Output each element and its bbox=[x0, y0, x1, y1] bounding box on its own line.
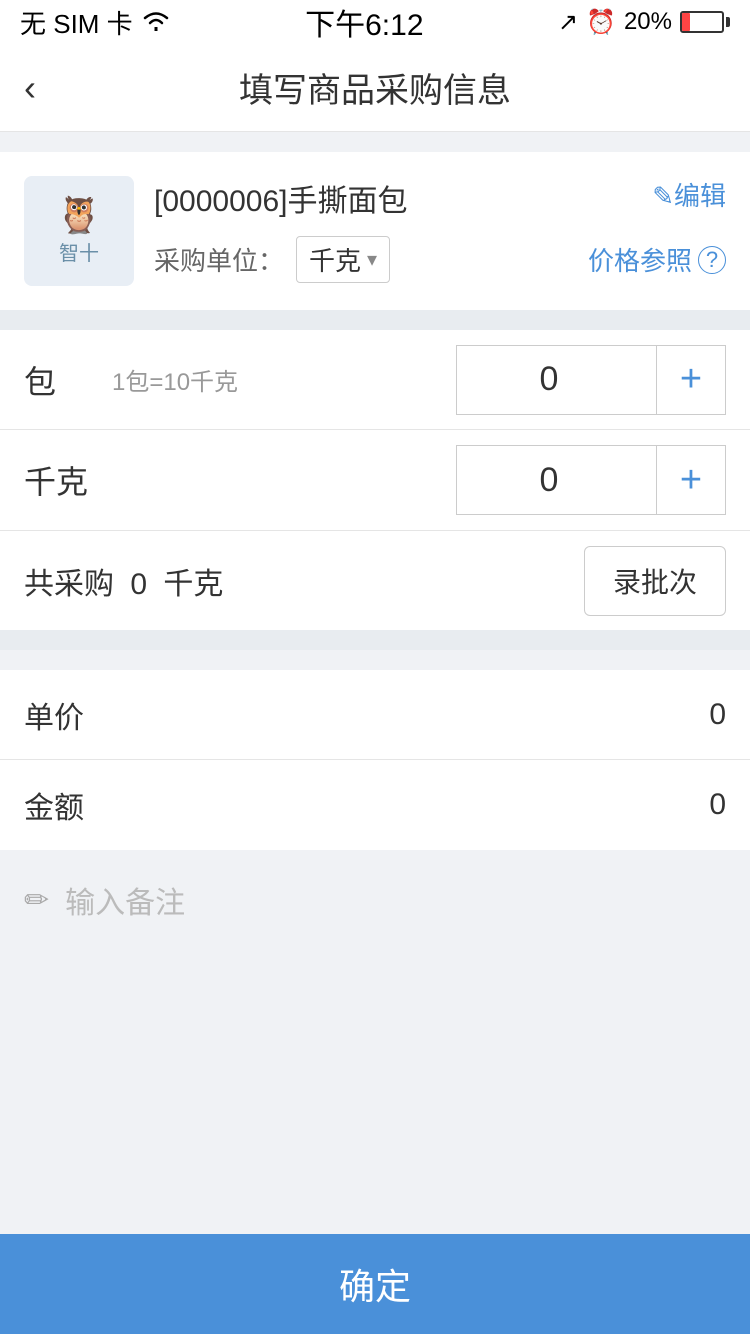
brand-text: 智十 bbox=[59, 237, 99, 266]
product-image: 🦉 智十 bbox=[24, 176, 134, 286]
bag-plus-button[interactable]: + bbox=[656, 345, 726, 415]
remark-placeholder: 输入备注 bbox=[65, 878, 185, 922]
status-left: 无 SIM 卡 bbox=[20, 4, 171, 41]
product-name: [0000006]手撕面包 bbox=[154, 176, 726, 220]
battery-percent: 20% bbox=[624, 8, 672, 36]
wifi-signal-icon bbox=[141, 7, 171, 38]
unit-value: 千克 bbox=[309, 241, 361, 278]
product-logo-icon: 🦉 bbox=[57, 197, 102, 233]
carrier-text: 无 SIM 卡 bbox=[20, 4, 133, 41]
product-card: 🦉 智十 [0000006]手撕面包 采购单位： 千克 ▾ 价格参照 ? ✎编辑 bbox=[0, 152, 750, 310]
unit-dropdown[interactable]: 千克 ▾ bbox=[296, 236, 390, 283]
dropdown-arrow-icon: ▾ bbox=[367, 247, 377, 272]
amount-value: 0 bbox=[709, 788, 726, 822]
product-unit-row: 采购单位： 千克 ▾ 价格参照 ? bbox=[154, 236, 726, 283]
product-info: [0000006]手撕面包 采购单位： 千克 ▾ 价格参照 ? bbox=[154, 176, 726, 283]
unit-price-label: 单价 bbox=[24, 693, 84, 737]
remark-area[interactable]: ✏ 输入备注 bbox=[0, 850, 750, 950]
bag-input-row: 包 1包=10千克 + bbox=[0, 330, 750, 430]
back-button[interactable]: ‹ bbox=[24, 67, 36, 109]
unit-price-row: 单价 0 bbox=[0, 670, 750, 760]
alarm-icon: ⏰ bbox=[586, 8, 616, 37]
nav-bar: ‹ 填写商品采购信息 bbox=[0, 44, 750, 132]
kg-qty-input[interactable] bbox=[456, 445, 656, 515]
kg-input-row: 千克 + bbox=[0, 430, 750, 530]
status-bar: 无 SIM 卡 下午6:12 ↗ ⏰ 20% bbox=[0, 0, 750, 44]
amount-label: 金额 bbox=[24, 783, 84, 827]
batch-record-button[interactable]: 录批次 bbox=[584, 546, 726, 616]
price-ref-button[interactable]: 价格参照 ? bbox=[588, 241, 726, 278]
kg-label: 千克 bbox=[24, 457, 104, 503]
quantity-section: 包 1包=10千克 + 千克 + bbox=[0, 330, 750, 530]
amount-row: 金额 0 bbox=[0, 760, 750, 850]
edit-button[interactable]: ✎编辑 bbox=[652, 176, 726, 213]
section-divider-2 bbox=[0, 630, 750, 650]
kg-qty-wrapper: + bbox=[456, 445, 726, 515]
summary-prefix: 共采购 bbox=[24, 568, 114, 601]
bag-qty-wrapper: + bbox=[456, 345, 726, 415]
price-ref-help-icon: ? bbox=[698, 246, 726, 274]
status-time: 下午6:12 bbox=[305, 0, 423, 44]
summary-unit: 千克 bbox=[163, 568, 223, 601]
price-section: 单价 0 金额 0 bbox=[0, 670, 750, 850]
unit-price-value: 0 bbox=[709, 698, 726, 732]
pencil-icon: ✏ bbox=[24, 883, 49, 918]
purchase-unit-label: 采购单位： bbox=[154, 241, 284, 278]
confirm-button[interactable]: 确定 bbox=[0, 1234, 750, 1334]
summary-text: 共采购 0 千克 bbox=[24, 559, 223, 603]
bag-label: 包 bbox=[24, 357, 104, 403]
price-ref-label: 价格参照 bbox=[588, 241, 692, 278]
page-title: 填写商品采购信息 bbox=[239, 63, 511, 112]
kg-plus-button[interactable]: + bbox=[656, 445, 726, 515]
summary-row: 共采购 0 千克 录批次 bbox=[0, 530, 750, 630]
bag-qty-input[interactable] bbox=[456, 345, 656, 415]
location-icon: ↗ bbox=[558, 8, 578, 37]
empty-space bbox=[0, 950, 750, 1270]
bag-sub-label: 1包=10千克 bbox=[112, 362, 238, 397]
status-right: ↗ ⏰ 20% bbox=[558, 8, 730, 37]
summary-value: 0 bbox=[130, 568, 147, 601]
battery-icon bbox=[680, 11, 730, 33]
section-divider-1 bbox=[0, 310, 750, 330]
